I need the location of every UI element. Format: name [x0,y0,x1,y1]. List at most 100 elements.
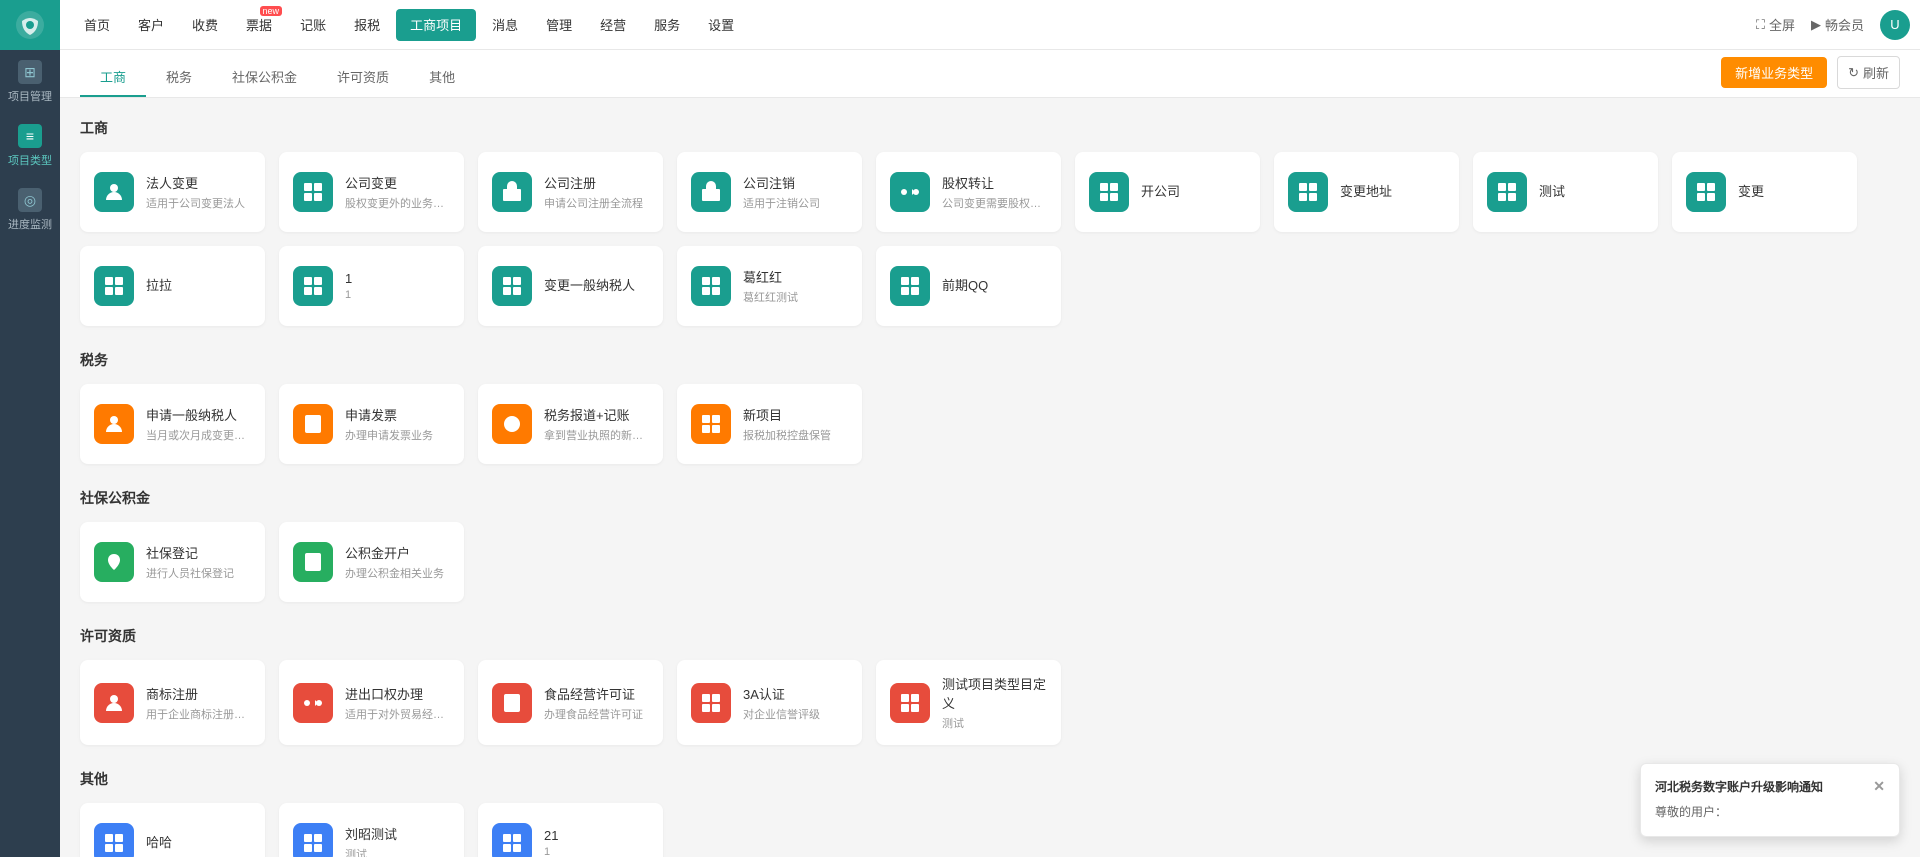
nav-billing[interactable]: 收费 [178,0,232,50]
card-icon-biane [1686,172,1726,212]
tab-gongshang[interactable]: 工商 [80,57,146,97]
card-text-social-register: 社保登记 进行人员社保登记 [146,543,251,581]
nav-message[interactable]: 消息 [478,0,532,50]
sidebar: ⊞ 项目管理 ≡ 项目类型 ◎ 进度监测 [0,0,60,857]
card-icon-company-change [293,172,333,212]
cards-grid-shuiwu: 申请一般纳税人 当月或次月成变更完成 申请发票 办理申请发票业务 [80,384,1900,464]
topnav-right: ⛶ 全屏 ▶ 畅会员 U [1756,10,1910,40]
nav-accounting[interactable]: 记账 [286,0,340,50]
card-company-register[interactable]: 公司注册 申请公司注册全流程 [478,152,663,232]
project-manage-icon: ⊞ [18,60,42,84]
card-icon-equity-transfer [890,172,930,212]
card-tax-report[interactable]: 税务报道+记账 拿到营业执照的新公司 [478,384,663,464]
card-liuchao-test[interactable]: 刘昭测试 测试 [279,803,464,857]
nav-home[interactable]: 首页 [70,0,124,50]
member-button[interactable]: ▶ 畅会员 [1811,15,1864,34]
card-icon-lala [94,266,134,306]
card-icon-fund-account [293,542,333,582]
fullscreen-icon: ⛶ [1756,17,1765,33]
nav-customer[interactable]: 客户 [124,0,178,50]
card-text-num1: 1 1 [345,271,450,301]
card-icon-3a-cert [691,683,731,723]
add-type-button[interactable]: 新增业务类型 [1721,57,1827,88]
card-test-project-type[interactable]: 测试项目类型目定义 测试 [876,660,1061,745]
card-icon-social-register [94,542,134,582]
card-num21[interactable]: 21 1 [478,803,663,857]
card-fund-account[interactable]: 公积金开户 办理公积金相关业务 [279,522,464,602]
fullscreen-button[interactable]: ⛶ 全屏 [1756,15,1795,34]
card-company-cancel[interactable]: 公司注销 适用于注销公司 [677,152,862,232]
card-text-company-change: 公司变更 股权变更外的业务变更 [345,173,450,211]
card-test[interactable]: 测试 [1473,152,1658,232]
cards-grid-xuke: 商标注册 用于企业商标注册服务 进出口权办理 适用于对外贸易经营者 [80,660,1900,745]
card-icon-trademark [94,683,134,723]
card-text-lala: 拉拉 [146,275,251,297]
card-text-haha: 哈哈 [146,832,251,854]
card-social-register[interactable]: 社保登记 进行人员社保登记 [80,522,265,602]
card-legal-change[interactable]: 法人变更 适用于公司变更法人 [80,152,265,232]
tabbar-actions: 新增业务类型 ↻ 刷新 [1721,56,1900,97]
nav-ticket[interactable]: 票据 new [232,0,286,50]
card-text-food-license: 食品经营许可证 办理食品经营许可证 [544,684,649,722]
card-change-address[interactable]: 变更地址 [1274,152,1459,232]
nav-operation[interactable]: 经营 [586,0,640,50]
card-open-company[interactable]: 开公司 [1075,152,1260,232]
card-3a-cert[interactable]: 3A认证 对企业信誉评级 [677,660,862,745]
card-icon-qianqi-qq [890,266,930,306]
card-apply-taxpayer[interactable]: 申请一般纳税人 当月或次月成变更完成 [80,384,265,464]
card-mahonghong[interactable]: 葛红红 葛红红测试 [677,246,862,326]
card-change-taxpayer[interactable]: 变更一般纳税人 [478,246,663,326]
progress-monitor-icon: ◎ [18,188,42,212]
card-text-apply-invoice: 申请发票 办理申请发票业务 [345,405,450,443]
section-title-shebao: 社保公积金 [80,488,1900,508]
tab-xuke[interactable]: 许可资质 [317,57,409,97]
nav-manage[interactable]: 管理 [532,0,586,50]
notification-title: 河北税务数字账户升级影响通知 ✕ [1655,778,1885,795]
refresh-icon: ↻ [1848,65,1859,81]
main-layout: 首页 客户 收费 票据 new 记账 报税 工商项目 消息 管理 经营 服务 设… [60,0,1920,857]
tab-shebao[interactable]: 社保公积金 [212,57,317,97]
card-import-export[interactable]: 进出口权办理 适用于对外贸易经营者 [279,660,464,745]
card-icon-change-address [1288,172,1328,212]
nav-business[interactable]: 工商项目 [396,9,476,41]
avatar[interactable]: U [1880,10,1910,40]
card-icon-apply-invoice [293,404,333,444]
card-new-project[interactable]: 新项目 报税加税控盘保管 [677,384,862,464]
main-content: 工商 法人变更 适用于公司变更法人 公司变更 [60,98,1920,857]
sidebar-item-progress-monitor[interactable]: ◎ 进度监测 [0,178,60,242]
card-icon-haha [94,823,134,857]
card-text-new-project: 新项目 报税加税控盘保管 [743,405,848,443]
card-text-trademark: 商标注册 用于企业商标注册服务 [146,684,251,722]
card-qianqi-qq[interactable]: 前期QQ [876,246,1061,326]
member-icon: ▶ [1811,17,1821,33]
card-trademark[interactable]: 商标注册 用于企业商标注册服务 [80,660,265,745]
card-icon-test [1487,172,1527,212]
card-apply-invoice[interactable]: 申请发票 办理申请发票业务 [279,384,464,464]
nav-service[interactable]: 服务 [640,0,694,50]
sidebar-item-project-type[interactable]: ≡ 项目类型 [0,114,60,178]
card-company-change[interactable]: 公司变更 股权变更外的业务变更 [279,152,464,232]
card-text-test-project-type: 测试项目类型目定义 测试 [942,674,1047,731]
card-icon-company-cancel [691,172,731,212]
card-icon-change-taxpayer [492,266,532,306]
sidebar-item-project-manage[interactable]: ⊞ 项目管理 [0,50,60,114]
card-text-fund-account: 公积金开户 办理公积金相关业务 [345,543,450,581]
card-lala[interactable]: 拉拉 [80,246,265,326]
refresh-button[interactable]: ↻ 刷新 [1837,56,1900,89]
nav-settings[interactable]: 设置 [694,0,748,50]
project-type-icon: ≡ [18,124,42,148]
card-num1[interactable]: 1 1 [279,246,464,326]
card-biane[interactable]: 变更 [1672,152,1857,232]
tab-shuiwu[interactable]: 税务 [146,57,212,97]
nav-tax[interactable]: 报税 [340,0,394,50]
card-text-test: 测试 [1539,181,1644,203]
notification-popup: 河北税务数字账户升级影响通知 ✕ 尊敬的用户： [1640,763,1900,837]
tab-other[interactable]: 其他 [409,57,475,97]
notification-close-button[interactable]: ✕ [1873,778,1885,795]
card-haha[interactable]: 哈哈 [80,803,265,857]
card-text-import-export: 进出口权办理 适用于对外贸易经营者 [345,684,450,722]
logo [0,0,60,50]
card-food-license[interactable]: 食品经营许可证 办理食品经营许可证 [478,660,663,745]
card-equity-transfer[interactable]: 股权转让 公司变更需要股权转让 [876,152,1061,232]
card-icon-tax-report [492,404,532,444]
